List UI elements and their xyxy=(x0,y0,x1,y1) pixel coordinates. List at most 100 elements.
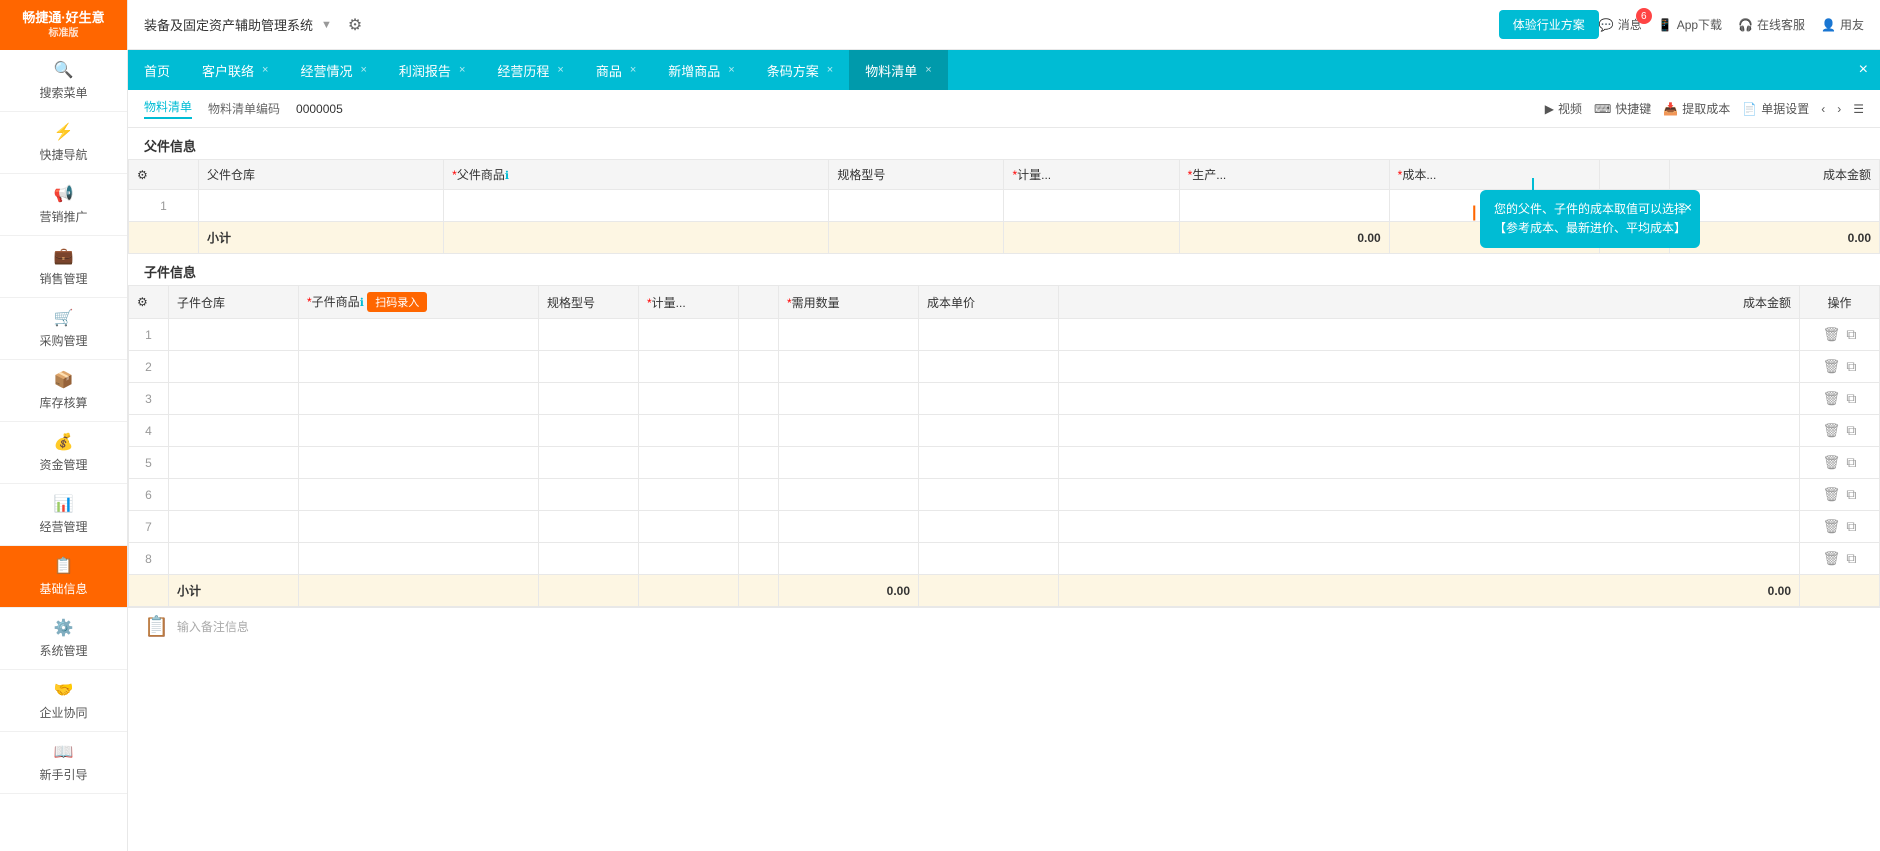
child-cell-cost-price[interactable] xyxy=(919,415,1059,447)
sidebar-item-operations[interactable]: 📊 经营管理 xyxy=(0,484,127,546)
child-cell-quantity[interactable] xyxy=(639,351,739,383)
child-cell-spec[interactable] xyxy=(539,319,639,351)
delete-row-icon[interactable]: 🗑 xyxy=(1823,390,1841,407)
copy-row-icon[interactable]: ⧉ xyxy=(1846,550,1856,567)
settings-gear-icon[interactable]: ⚙ xyxy=(348,15,362,35)
sidebar-item-marketing[interactable]: 📢 营销推广 xyxy=(0,174,127,236)
child-cell-spec[interactable] xyxy=(539,511,639,543)
child-cell-warehouse[interactable] xyxy=(169,351,299,383)
child-cell-cost-price[interactable] xyxy=(919,543,1059,575)
child-cell-need-qty[interactable] xyxy=(779,351,919,383)
child-cell-need-qty[interactable] xyxy=(779,447,919,479)
delete-row-icon[interactable]: 🗑 xyxy=(1823,358,1841,375)
tab-close-icon[interactable]: × xyxy=(262,64,268,76)
delete-row-icon[interactable]: 🗑 xyxy=(1823,486,1841,503)
delete-row-icon[interactable]: 🗑 xyxy=(1823,454,1841,471)
child-cell-spec[interactable] xyxy=(539,447,639,479)
tab-customer[interactable]: 客户联络 × xyxy=(186,50,284,90)
parent-col-settings[interactable]: ⚙ xyxy=(129,160,199,190)
sidebar-item-basic-info[interactable]: 📋 基础信息 xyxy=(0,546,127,608)
user-button[interactable]: 👤 用友 xyxy=(1821,16,1864,33)
next-page-button[interactable]: › xyxy=(1837,102,1841,116)
copy-row-icon[interactable]: ⧉ xyxy=(1846,390,1856,407)
parent-cell-goods[interactable] xyxy=(444,190,829,222)
child-cell-quantity[interactable] xyxy=(639,415,739,447)
sidebar-item-system[interactable]: ⚙️ 系统管理 xyxy=(0,608,127,670)
sidebar-item-finance[interactable]: 💰 资金管理 xyxy=(0,422,127,484)
child-cell-goods[interactable] xyxy=(299,383,539,415)
child-cell-warehouse[interactable] xyxy=(169,319,299,351)
trial-button[interactable]: 体验行业方案 xyxy=(1499,10,1599,39)
child-cell-cost-price[interactable] xyxy=(919,383,1059,415)
child-cell-goods[interactable] xyxy=(299,479,539,511)
child-cell-warehouse[interactable] xyxy=(169,511,299,543)
copy-row-icon[interactable]: ⧉ xyxy=(1846,454,1856,471)
child-cell-warehouse[interactable] xyxy=(169,383,299,415)
parent-cell-quantity[interactable] xyxy=(1004,190,1179,222)
prev-page-button[interactable]: ‹ xyxy=(1821,102,1825,116)
child-col-settings[interactable]: ⚙ xyxy=(129,286,169,319)
tab-bom[interactable]: 物料清单 × xyxy=(849,50,947,90)
child-cell-warehouse[interactable] xyxy=(169,447,299,479)
child-cell-warehouse[interactable] xyxy=(169,543,299,575)
child-cell-quantity[interactable] xyxy=(639,447,739,479)
online-service-button[interactable]: 🎧 在线客服 xyxy=(1738,16,1805,33)
child-cell-warehouse[interactable] xyxy=(169,415,299,447)
tooltip-close-button[interactable]: × xyxy=(1684,196,1692,218)
child-cell-spec[interactable] xyxy=(539,415,639,447)
child-cell-quantity[interactable] xyxy=(639,511,739,543)
video-button[interactable]: ▶ 视频 xyxy=(1545,100,1582,117)
tab-close-icon[interactable]: × xyxy=(728,64,734,76)
child-cell-quantity[interactable] xyxy=(639,383,739,415)
child-cell-need-qty[interactable] xyxy=(779,511,919,543)
note-placeholder[interactable]: 输入备注信息 xyxy=(177,618,249,635)
copy-row-icon[interactable]: ⧉ xyxy=(1846,326,1856,343)
extract-cost-button[interactable]: 📥 提取成本 xyxy=(1663,100,1730,117)
copy-row-icon[interactable]: ⧉ xyxy=(1846,422,1856,439)
delete-row-icon[interactable]: 🗑 xyxy=(1823,550,1841,567)
child-cell-goods[interactable] xyxy=(299,319,539,351)
tab-close-icon[interactable]: × xyxy=(459,64,465,76)
child-cell-need-qty[interactable] xyxy=(779,479,919,511)
breadcrumb-bom-list[interactable]: 物料清单 xyxy=(144,98,192,119)
tab-operations-status[interactable]: 经营情况 × xyxy=(284,50,382,90)
dropdown-arrow-icon[interactable]: ▼ xyxy=(321,19,332,31)
delete-row-icon[interactable]: 🗑 xyxy=(1823,326,1841,343)
child-cell-need-qty[interactable] xyxy=(779,319,919,351)
sidebar-item-inventory[interactable]: 📦 库存核算 xyxy=(0,360,127,422)
child-cell-goods[interactable] xyxy=(299,447,539,479)
tab-barcode[interactable]: 条码方案 × xyxy=(751,50,849,90)
child-cell-cost-price[interactable] xyxy=(919,447,1059,479)
child-cell-cost-price[interactable] xyxy=(919,479,1059,511)
scan-input-button[interactable]: 扫码录入 xyxy=(367,292,427,312)
tab-close-icon[interactable]: × xyxy=(557,64,563,76)
delete-row-icon[interactable]: 🗑 xyxy=(1823,422,1841,439)
tab-close-icon[interactable]: × xyxy=(827,64,833,76)
parent-cell-warehouse[interactable] xyxy=(199,190,444,222)
tab-close-icon[interactable]: × xyxy=(925,64,931,76)
child-cell-quantity[interactable] xyxy=(639,479,739,511)
sidebar-item-purchase[interactable]: 🛒 采购管理 xyxy=(0,298,127,360)
child-cell-need-qty[interactable] xyxy=(779,383,919,415)
tab-history[interactable]: 经营历程 × xyxy=(481,50,579,90)
child-cell-goods[interactable] xyxy=(299,511,539,543)
tab-new-goods[interactable]: 新增商品 × xyxy=(652,50,750,90)
child-cell-spec[interactable] xyxy=(539,479,639,511)
app-download-button[interactable]: 📱 App下载 xyxy=(1658,16,1722,33)
child-cell-need-qty[interactable] xyxy=(779,543,919,575)
child-cell-goods[interactable] xyxy=(299,415,539,447)
child-cell-goods[interactable] xyxy=(299,543,539,575)
list-view-button[interactable]: ☰ xyxy=(1853,102,1864,116)
child-cell-warehouse[interactable] xyxy=(169,479,299,511)
tab-goods[interactable]: 商品 × xyxy=(580,50,652,90)
copy-row-icon[interactable]: ⧉ xyxy=(1846,518,1856,535)
child-cell-cost-price[interactable] xyxy=(919,319,1059,351)
parent-cell-spec[interactable] xyxy=(829,190,1004,222)
message-button[interactable]: 💬 6 消息 xyxy=(1599,16,1642,33)
parent-cell-production[interactable] xyxy=(1179,190,1389,222)
copy-row-icon[interactable]: ⧉ xyxy=(1846,358,1856,375)
sidebar-item-quick-nav[interactable]: ⚡ 快捷导航 xyxy=(0,112,127,174)
child-cell-spec[interactable] xyxy=(539,383,639,415)
close-all-tabs-icon[interactable]: × xyxy=(1847,61,1880,79)
sidebar-item-enterprise[interactable]: 🤝 企业协同 xyxy=(0,670,127,732)
